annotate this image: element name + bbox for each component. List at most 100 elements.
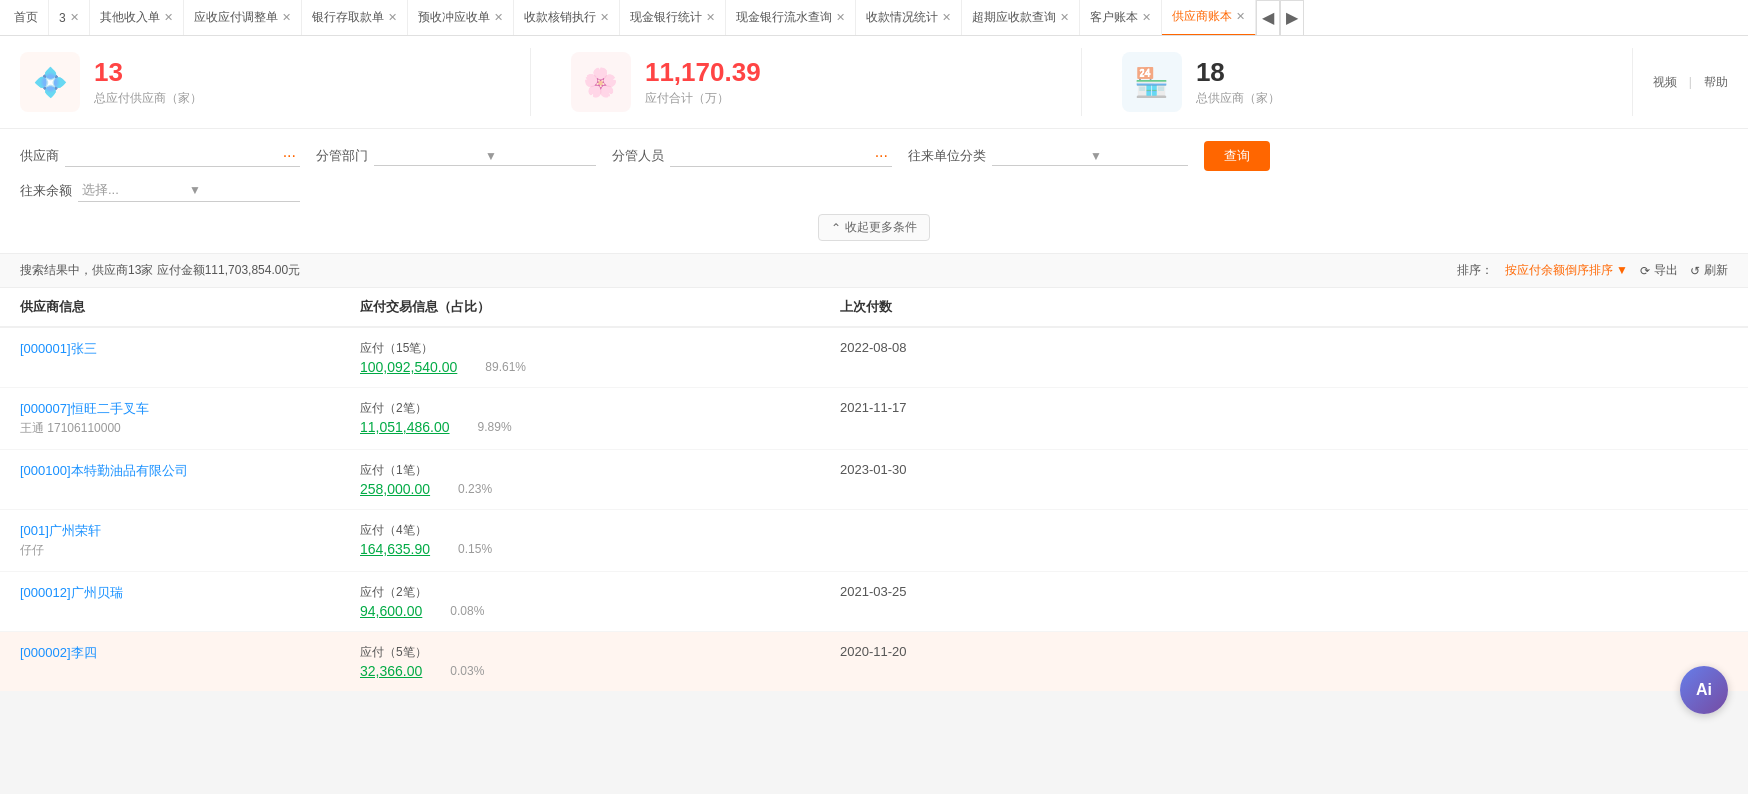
nav-next-arrow[interactable]: ▶ [1280,0,1304,36]
supplier-link-5[interactable]: [000012]广州贝瑞 [20,585,123,600]
filter-supplier: 供应商 ··· [20,146,300,167]
person-dots-icon[interactable]: ··· [875,148,888,164]
table-row[interactable]: [000001]张三 应付（15笔） 100,092,540.00 89.61%… [0,328,1748,388]
close-prepay[interactable]: ✕ [494,11,503,24]
table-row[interactable]: [000012]广州贝瑞 应付（2笔） 94,600.00 0.08% 2021… [0,572,1748,632]
nav-tab-collection-stat[interactable]: 收款情况统计 ✕ [856,0,962,36]
supplier-input[interactable] [69,148,249,163]
filter-person: 分管人员 ··· [612,146,892,167]
table-row[interactable]: [000002]李四 应付（5笔） 32,366.00 0.03% 2020-1… [0,632,1748,692]
transaction-col-5: 应付（2笔） 94,600.00 0.08% [360,584,840,619]
supplier-dots-icon[interactable]: ··· [283,148,296,164]
trans-amount-row-4: 164,635.90 0.15% [360,541,840,557]
sort-select[interactable]: 按应付余额倒序排序 ▼ [1505,262,1628,279]
supplier-link-4[interactable]: [001]广州荣轩 [20,523,101,538]
table-row[interactable]: [000007]恒旺二手叉车 王通 17106110000 应付（2笔） 11,… [0,388,1748,450]
help-link[interactable]: 帮助 [1704,74,1728,91]
trans-amount-5[interactable]: 94,600.00 [360,603,422,619]
total-ap-icon: 🌸 [571,52,631,112]
trans-info-5: 应付（2笔） 94,600.00 0.08% [360,584,840,619]
close-collection-stat[interactable]: ✕ [942,11,951,24]
close-overdue-query[interactable]: ✕ [1060,11,1069,24]
supplier-name-3: [000100]本特勤油品有限公司 [20,462,360,480]
close-receipt-verify[interactable]: ✕ [600,11,609,24]
col-header-supplier: 供应商信息 [20,298,360,316]
nav-tab-cash-bank-stat[interactable]: 现金银行统计 ✕ [620,0,726,36]
trans-amount-6[interactable]: 32,366.00 [360,663,422,679]
person-label: 分管人员 [612,147,664,165]
collapse-chevron-icon: ⌃ [831,221,841,235]
trans-percent-4: 0.15% [458,542,492,556]
nav-tab-collection-stat-label: 收款情况统计 [866,9,938,26]
nav-tab-ap-adjust[interactable]: 应收应付调整单 ✕ [184,0,302,36]
close-cash-bank-flow[interactable]: ✕ [836,11,845,24]
nav-tab-home[interactable]: 首页 [4,0,49,36]
dept-select-wrap[interactable]: ▼ [374,147,596,166]
supplier-name-2: [000007]恒旺二手叉车 [20,400,360,418]
balance-select-wrap[interactable]: 选择... ▼ [78,179,300,202]
trans-amount-4[interactable]: 164,635.90 [360,541,430,557]
supplier-link-6[interactable]: [000002]李四 [20,645,97,660]
nav-tab-other-income-label: 其他收入单 [100,9,160,26]
video-link[interactable]: 视频 [1653,74,1677,91]
nav-tab-bank-deposit-label: 银行存取款单 [312,9,384,26]
nav-tab-receipt-verify[interactable]: 收款核销执行 ✕ [514,0,620,36]
filter-row-2: 往来余额 选择... ▼ [20,179,1728,202]
supplier-sub-4: 仔仔 [20,542,360,559]
actions-sep: | [1689,75,1692,89]
query-button[interactable]: 查询 [1204,141,1270,171]
nav-tab-3[interactable]: 3 ✕ [49,0,90,36]
close-cash-bank-stat[interactable]: ✕ [706,11,715,24]
table-row[interactable]: [000100]本特勤油品有限公司 应付（1笔） 258,000.00 0.23… [0,450,1748,510]
trans-amount-3[interactable]: 258,000.00 [360,481,430,497]
trans-amount-2[interactable]: 11,051,486.00 [360,419,450,435]
collapse-button[interactable]: ⌃ 收起更多条件 [818,214,930,241]
nav-tab-prepay[interactable]: 预收冲应收单 ✕ [408,0,514,36]
table-row[interactable]: [001]广州荣轩 仔仔 应付（4笔） 164,635.90 0.15% [0,510,1748,572]
trans-amount-row-6: 32,366.00 0.03% [360,663,840,679]
nav-tab-bank-deposit[interactable]: 银行存取款单 ✕ [302,0,408,36]
suppliers-owe-info: 13 总应付供应商（家） [94,57,202,107]
nav-tab-supplier-account[interactable]: 供应商账本 ✕ [1162,0,1256,36]
total-suppliers-number: 18 [1196,57,1280,88]
trans-row-5: 应付（2笔） [360,584,840,601]
top-nav: 首页 3 ✕ 其他收入单 ✕ 应收应付调整单 ✕ 银行存取款单 ✕ 预收冲应收单… [0,0,1748,36]
trans-percent-5: 0.08% [450,604,484,618]
close-bank-deposit[interactable]: ✕ [388,11,397,24]
nav-tab-customer-account-label: 客户账本 [1090,9,1138,26]
suppliers-owe-icon: 💠 [20,52,80,112]
refresh-button[interactable]: ↺ 刷新 [1690,262,1728,279]
trans-info-3: 应付（1笔） 258,000.00 0.23% [360,462,840,497]
trans-row-4: 应付（4笔） [360,522,840,539]
close-customer-account[interactable]: ✕ [1142,11,1151,24]
nav-tab-customer-account[interactable]: 客户账本 ✕ [1080,0,1162,36]
supplier-link-3[interactable]: [000100]本特勤油品有限公司 [20,463,188,478]
close-ap-adjust[interactable]: ✕ [282,11,291,24]
last-pay-col-5: 2021-03-25 [840,584,1728,599]
filter-category: 往来单位分类 ▼ [908,147,1188,166]
supplier-link-2[interactable]: [000007]恒旺二手叉车 [20,401,149,416]
trans-amount-1[interactable]: 100,092,540.00 [360,359,457,375]
stats-header: 💠 13 总应付供应商（家） 🌸 11,170.39 应付合计（万） 🏪 18 … [0,36,1748,129]
nav-tab-other-income[interactable]: 其他收入单 ✕ [90,0,184,36]
category-select-wrap[interactable]: ▼ [992,147,1188,166]
nav-prev-arrow[interactable]: ◀ [1256,0,1280,36]
nav-tab-overdue-query[interactable]: 超期应收款查询 ✕ [962,0,1080,36]
results-summary: 搜索结果中，供应商13家 应付金额111,703,854.00元 [20,262,300,279]
supplier-col-5: [000012]广州贝瑞 [20,584,360,602]
col-header-last-pay: 上次付数 [840,298,1728,316]
close-other-income[interactable]: ✕ [164,11,173,24]
export-button[interactable]: ⟳ 导出 [1640,262,1678,279]
close-supplier-account[interactable]: ✕ [1236,10,1245,23]
export-icon: ⟳ [1640,264,1650,278]
nav-tab-cash-bank-flow[interactable]: 现金银行流水查询 ✕ [726,0,856,36]
trans-info-1: 应付（15笔） 100,092,540.00 89.61% [360,340,840,375]
close-tab-3[interactable]: ✕ [70,11,79,24]
person-input[interactable] [674,148,854,163]
trans-label-6: 应付（5笔） [360,644,427,661]
supplier-link-1[interactable]: [000001]张三 [20,341,97,356]
last-pay-date-2: 2021-11-17 [840,400,907,415]
trans-row-1: 应付（15笔） [360,340,840,357]
trans-percent-2: 9.89% [478,420,512,434]
balance-selected-value: 选择... [82,181,189,199]
